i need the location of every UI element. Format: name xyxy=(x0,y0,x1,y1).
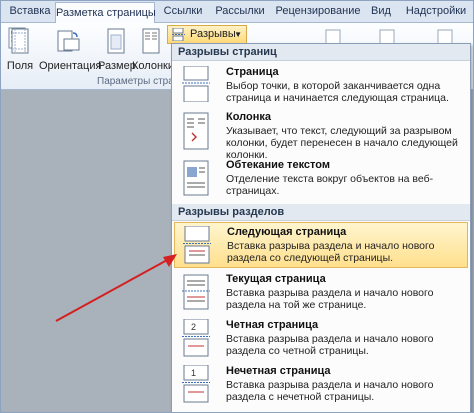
next-page-desc: Вставка разрыва раздела и начало нового … xyxy=(227,240,435,264)
svg-text:1: 1 xyxy=(191,368,196,378)
breaks-label: Разрывы xyxy=(190,28,236,40)
menu-item-column-break[interactable]: Колонка Указывает, что текст, следующий … xyxy=(174,108,468,161)
menu-item-page-break[interactable]: Страница Выбор точки, в которой заканчив… xyxy=(174,63,468,107)
size-icon xyxy=(107,28,125,54)
margins-icon xyxy=(11,28,29,54)
odd-page-title: Нечетная страница xyxy=(226,365,331,377)
columns-icon xyxy=(142,28,160,54)
odd-page-desc: Вставка разрыва раздела и начало нового … xyxy=(226,379,434,403)
breaks-icon xyxy=(172,28,185,41)
menu-item-continuous[interactable]: Текущая страница Вставка разрыва раздела… xyxy=(174,270,468,316)
page-break-desc: Выбор точки, в которой заканчивается одн… xyxy=(226,80,449,104)
menu-item-next-page[interactable]: Следующая страница Вставка разрыва разде… xyxy=(174,222,468,268)
columns-label: Колонки xyxy=(132,60,174,72)
continuous-break-icon xyxy=(182,274,210,310)
menu-item-even-page[interactable]: 2 Четная страница Вставка разрыва раздел… xyxy=(174,316,468,362)
page-breaks-header: Разрывы страниц xyxy=(172,44,470,61)
page-break-title: Страница xyxy=(226,66,279,78)
text-wrapping-desc: Отделение текста вокруг объектов на веб-… xyxy=(226,173,434,197)
page-break-icon xyxy=(182,66,210,102)
orientation-button[interactable]: Ориентация xyxy=(39,27,101,72)
breaks-dropdown-menu: Разрывы страниц Страница Выбор точки, в … xyxy=(171,43,471,412)
tab-addins[interactable]: Надстройки xyxy=(399,1,473,23)
tab-review[interactable]: Рецензирование xyxy=(275,1,361,23)
svg-text:2: 2 xyxy=(191,322,196,332)
column-break-icon xyxy=(183,112,209,150)
document-margin xyxy=(1,90,171,412)
tab-mailings[interactable]: Рассылки xyxy=(211,1,269,23)
continuous-desc: Вставка разрыва раздела и начало нового … xyxy=(226,287,434,311)
ribbon-tab-strip: Вставка Разметка страницы Ссылки Рассылк… xyxy=(1,1,473,24)
text-wrapping-icon xyxy=(183,160,209,196)
word-window: Вставка Разметка страницы Ссылки Рассылк… xyxy=(0,0,474,413)
chevron-down-icon: ▼ xyxy=(234,30,242,39)
margins-button[interactable]: Поля xyxy=(5,27,35,72)
menu-item-odd-page[interactable]: 1 Нечетная страница Вставка разрыва разд… xyxy=(174,362,468,410)
section-breaks-header: Разрывы разделов xyxy=(172,204,470,221)
even-page-title: Четная страница xyxy=(226,319,319,331)
even-page-desc: Вставка разрыва раздела и начало нового … xyxy=(226,333,434,357)
odd-page-break-icon: 1 xyxy=(182,365,210,403)
tab-insert[interactable]: Вставка xyxy=(5,1,55,23)
next-page-title: Следующая страница xyxy=(227,226,347,238)
breaks-button[interactable]: Разрывы ▼ xyxy=(167,25,247,44)
page-setup-group-label: Параметры стра xyxy=(97,76,174,87)
orientation-label: Ориентация xyxy=(39,60,102,72)
margins-label: Поля xyxy=(6,60,34,72)
text-wrapping-title: Обтекание текстом xyxy=(226,159,330,171)
tab-view[interactable]: Вид xyxy=(367,1,395,23)
even-page-break-icon: 2 xyxy=(182,319,210,357)
tab-page-layout[interactable]: Разметка страницы xyxy=(55,2,156,24)
size-button[interactable]: Размер xyxy=(98,27,136,72)
columns-button[interactable]: Колонки xyxy=(132,27,174,72)
tab-references[interactable]: Ссылки xyxy=(161,1,205,23)
menu-item-text-wrapping[interactable]: Обтекание текстом Отделение текста вокру… xyxy=(174,156,468,202)
column-break-title: Колонка xyxy=(226,111,271,123)
continuous-title: Текущая страница xyxy=(226,273,326,285)
orientation-icon xyxy=(57,30,80,52)
size-label: Размер xyxy=(98,60,136,72)
next-page-break-icon xyxy=(183,226,211,264)
